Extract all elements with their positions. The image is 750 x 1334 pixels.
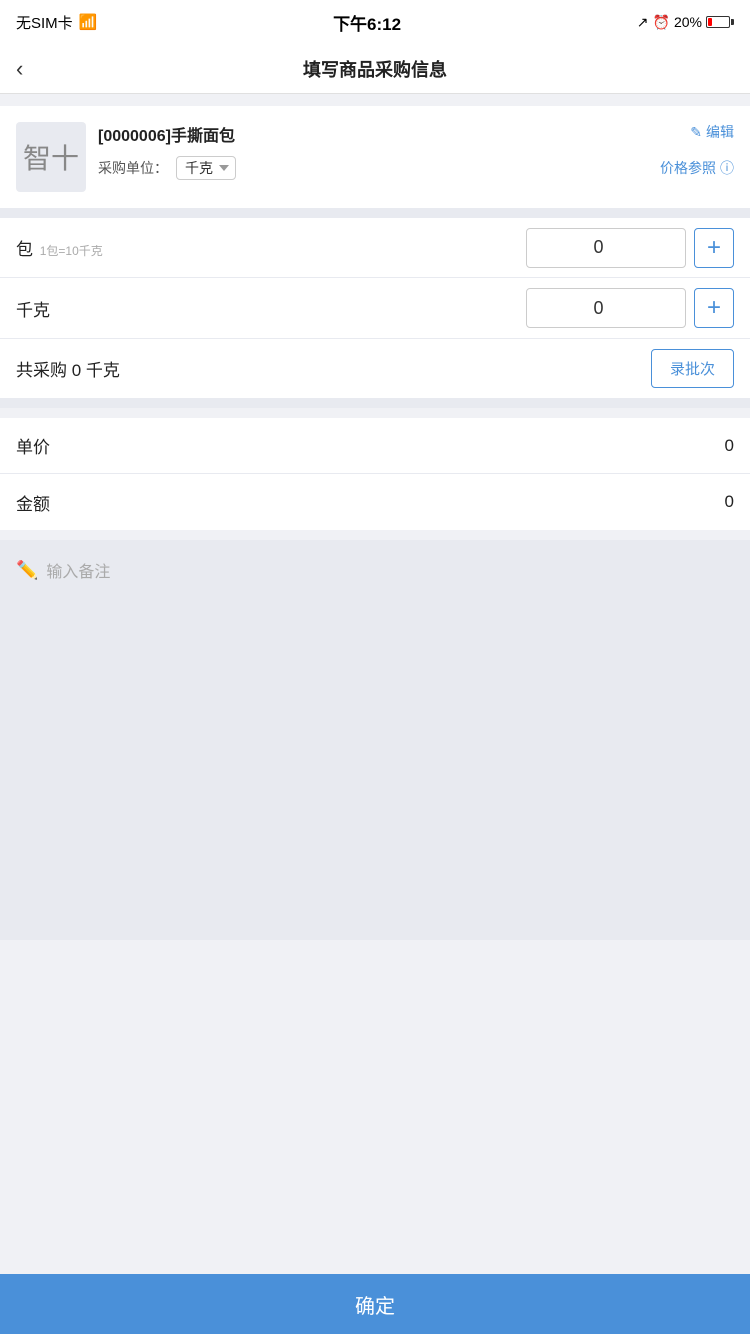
status-bar: 无SIM卡 📶 下午6:12 ↗ ⏰ 20% <box>0 0 750 44</box>
pack-input-row: 包 1包=10千克 + <box>0 218 750 278</box>
unit-label: 采购单位： <box>98 158 168 178</box>
pack-plus-button[interactable]: + <box>694 228 734 268</box>
kg-input-row: 千克 + <box>0 278 750 338</box>
alarm-icon: ⏰ <box>653 14 670 31</box>
note-section[interactable]: ✏️ 输入备注 <box>0 540 750 600</box>
product-name: [0000006]手撕面包 <box>98 122 632 146</box>
note-placeholder: 输入备注 <box>46 558 110 582</box>
edit-icon: ✎ <box>690 124 702 141</box>
confirm-label: 确定 <box>355 1290 395 1319</box>
total-row: 共采购 0 千克 录批次 <box>0 338 750 398</box>
nav-bar: ‹ 填写商品采购信息 <box>0 44 750 94</box>
separator-2 <box>0 398 750 408</box>
edit-button[interactable]: ✎ 编辑 <box>690 122 734 142</box>
kg-plus-button[interactable]: + <box>694 288 734 328</box>
status-right: ↗ ⏰ 20% <box>637 14 734 31</box>
unit-price-label: 单价 <box>16 433 725 458</box>
input-section: 包 1包=10千克 + 千克 + <box>0 218 750 338</box>
kg-label: 千克 <box>16 296 96 321</box>
battery-percent: 20% <box>674 14 702 30</box>
amount-label: 金额 <box>16 490 725 515</box>
price-ref-icon: ⓘ <box>720 158 734 178</box>
amount-value: 0 <box>725 492 734 512</box>
page-title: 填写商品采购信息 <box>303 56 447 82</box>
back-button[interactable]: ‹ <box>16 48 31 90</box>
status-time: 下午6:12 <box>333 10 401 35</box>
status-left: 无SIM卡 📶 <box>16 12 97 33</box>
price-section: 单价 0 金额 0 <box>0 418 750 530</box>
pack-sub: 1包=10千克 <box>40 244 103 258</box>
product-unit-row: 采购单位： 千克 包 <box>98 156 632 180</box>
product-logo: 智十 <box>23 137 79 177</box>
product-info: [0000006]手撕面包 采购单位： 千克 包 <box>98 122 632 180</box>
confirm-button[interactable]: 确定 <box>0 1274 750 1334</box>
product-actions: ✎ 编辑 价格参照 ⓘ <box>644 122 734 178</box>
separator-1 <box>0 208 750 218</box>
pack-label: 包 1包=10千克 <box>16 235 103 260</box>
kg-input[interactable] <box>526 288 686 328</box>
price-ref-label: 价格参照 <box>660 158 716 178</box>
price-ref-button[interactable]: 价格参照 ⓘ <box>660 158 734 178</box>
location-icon: ↗ <box>637 14 649 31</box>
unit-price-value: 0 <box>725 436 734 456</box>
product-thumbnail: 智十 <box>16 122 86 192</box>
pack-input[interactable] <box>526 228 686 268</box>
unit-select[interactable]: 千克 包 <box>176 156 236 180</box>
unit-price-row: 单价 0 <box>0 418 750 474</box>
total-label: 共采购 0 千克 <box>16 356 651 381</box>
batch-button[interactable]: 录批次 <box>651 349 734 388</box>
battery-icon <box>706 16 734 28</box>
product-card: 智十 [0000006]手撕面包 采购单位： 千克 包 ✎ 编辑 价格参照 ⓘ <box>0 106 750 208</box>
carrier-text: 无SIM卡 <box>16 12 73 33</box>
pencil-icon: ✏️ <box>16 560 38 581</box>
edit-label: 编辑 <box>706 122 734 142</box>
amount-row: 金额 0 <box>0 474 750 530</box>
bottom-fill <box>0 600 750 940</box>
wifi-icon: 📶 <box>79 13 98 31</box>
